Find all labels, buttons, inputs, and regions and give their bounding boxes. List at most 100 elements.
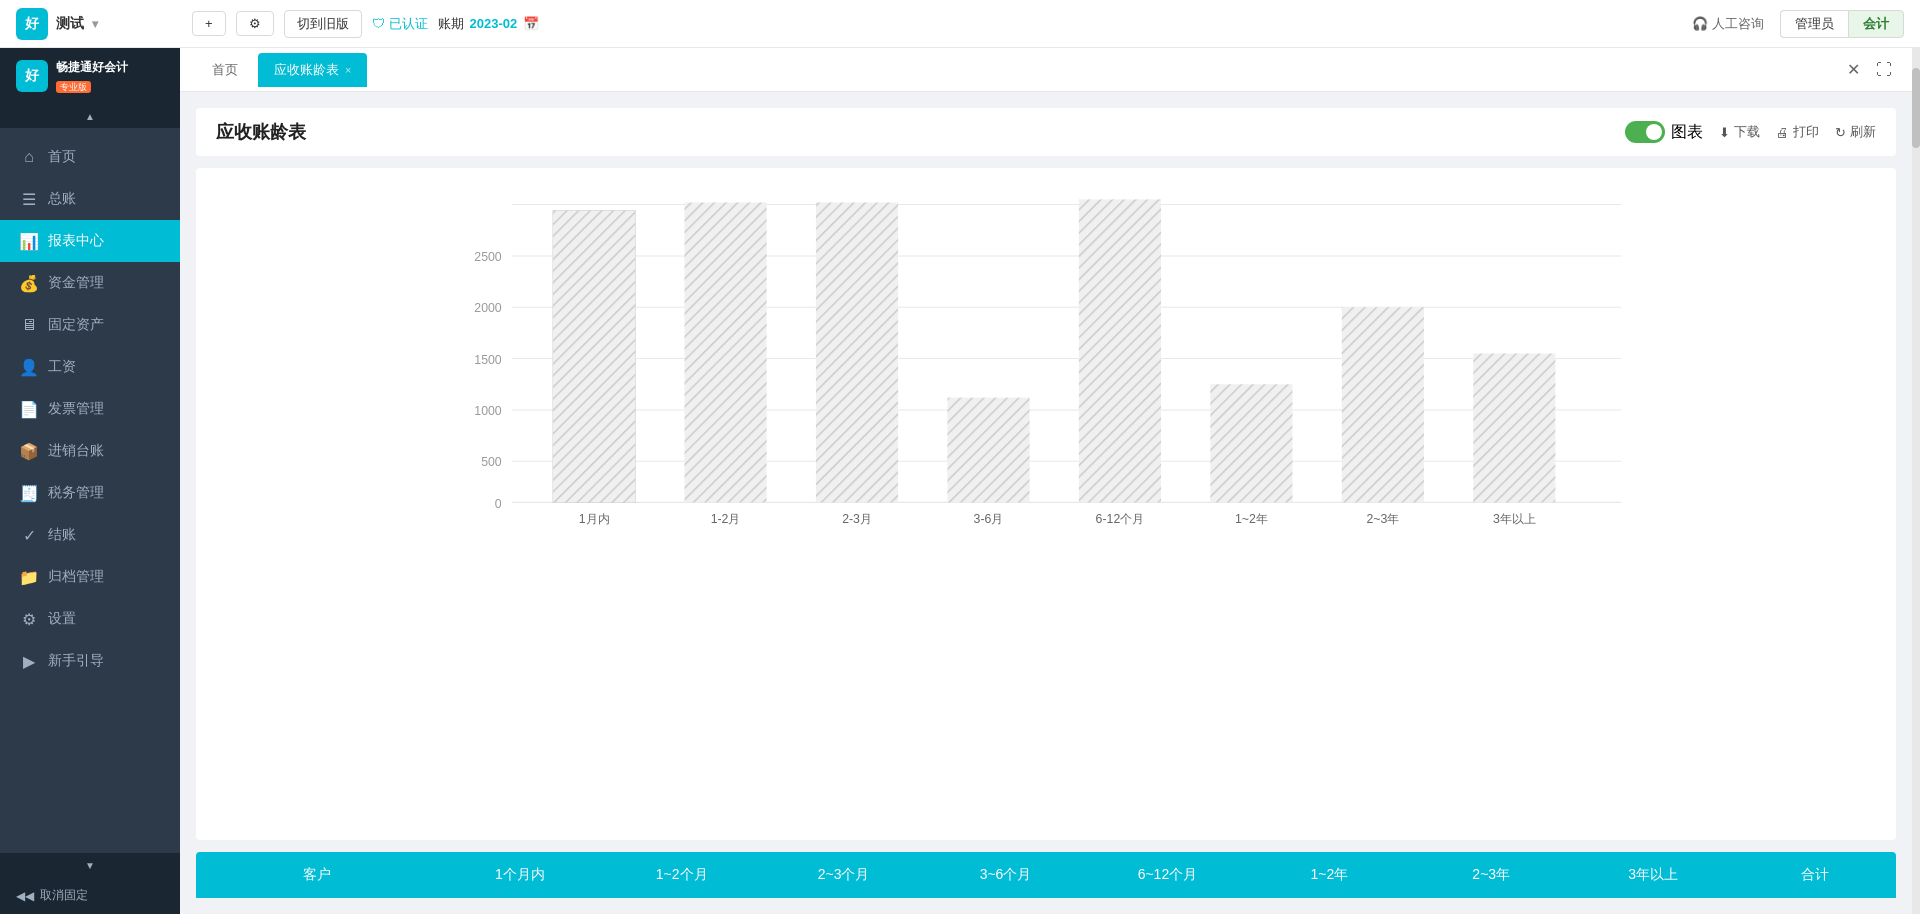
sidebar-item-label: 归档管理 xyxy=(48,568,104,586)
svg-text:1500: 1500 xyxy=(474,353,502,367)
th-total: 合计 xyxy=(1734,852,1896,898)
archive-icon: 📁 xyxy=(20,568,38,586)
logo-text-block: 畅捷通好会计 专业版 xyxy=(56,59,128,94)
sidebar-scroll-up[interactable]: ▲ xyxy=(0,104,180,128)
sidebar-item-inventory[interactable]: 📦 进销台账 xyxy=(0,430,180,472)
logo-text: 畅捷通好会计 xyxy=(56,59,128,76)
app-logo: 好 xyxy=(16,8,48,40)
main-layout: 好 畅捷通好会计 专业版 ▲ ⌂ 首页 ☰ 总账 📊 xyxy=(0,48,1920,914)
page-header: 应收账龄表 图表 ⬇ 下载 🖨 打印 ↻ xyxy=(196,108,1896,156)
svg-text:500: 500 xyxy=(481,455,502,469)
download-icon: ⬇ xyxy=(1719,125,1730,140)
invoice-icon: 📄 xyxy=(20,400,38,418)
svg-rect-18 xyxy=(816,202,898,502)
sidebar-item-label: 进销台账 xyxy=(48,442,104,460)
logo-icon: 好 xyxy=(16,60,48,92)
svg-text:3-6月: 3-6月 xyxy=(974,512,1004,526)
toggle-control[interactable] xyxy=(1625,121,1665,143)
refresh-label: 刷新 xyxy=(1850,123,1876,141)
ledger-icon: ☰ xyxy=(20,190,38,208)
sidebar-item-label: 工资 xyxy=(48,358,76,376)
dropdown-icon[interactable]: ▾ xyxy=(92,17,98,31)
chart-container: 0 500 1000 1500 2000 2500 1月内 1-2月 2-3月 xyxy=(196,168,1896,840)
sidebar-item-settings[interactable]: ⚙ 设置 xyxy=(0,598,180,640)
th-3-6month: 3~6个月 xyxy=(925,852,1087,898)
right-scrollbar[interactable] xyxy=(1912,48,1920,914)
main-area: 首页 应收账龄表 × ✕ ⛶ 应收账龄表 图表 xyxy=(180,48,1912,914)
svg-text:0: 0 xyxy=(495,497,502,511)
svg-text:3年以上: 3年以上 xyxy=(1493,512,1536,526)
add-btn[interactable]: + xyxy=(192,11,226,36)
sidebar-item-archive[interactable]: 📁 归档管理 xyxy=(0,556,180,598)
page-content: 应收账龄表 图表 ⬇ 下载 🖨 打印 ↻ xyxy=(180,92,1912,914)
service-text: 人工咨询 xyxy=(1712,15,1764,33)
top-header: 好 测试 ▾ + ⚙ 切到旧版 🛡 已认证 账期 2023-02 📅 🎧 人工咨… xyxy=(0,0,1920,48)
th-3plus-year: 3年以上 xyxy=(1572,852,1734,898)
bar-chart: 0 500 1000 1500 2000 2500 1月内 1-2月 2-3月 xyxy=(212,184,1880,564)
service-btn[interactable]: 🎧 人工咨询 xyxy=(1692,15,1764,33)
sidebar-item-reports[interactable]: 📊 报表中心 xyxy=(0,220,180,262)
sidebar-pin-btn[interactable]: ◀◀ 取消固定 xyxy=(0,877,180,914)
svg-text:2000: 2000 xyxy=(474,301,502,315)
sidebar-item-closing[interactable]: ✓ 结账 xyxy=(0,514,180,556)
sidebar-item-home[interactable]: ⌂ 首页 xyxy=(0,136,180,178)
company-selector[interactable]: 好 测试 ▾ xyxy=(16,8,176,40)
reports-icon: 📊 xyxy=(20,232,38,250)
sidebar-item-funds[interactable]: 💰 资金管理 xyxy=(0,262,180,304)
funds-icon: 💰 xyxy=(20,274,38,292)
inventory-icon: 📦 xyxy=(20,442,38,460)
svg-text:1-2月: 1-2月 xyxy=(711,512,741,526)
user-role-btn[interactable]: 会计 xyxy=(1848,10,1904,38)
assets-icon: 🖥 xyxy=(20,316,38,334)
close-tab-btn[interactable]: ✕ xyxy=(1843,56,1864,83)
certified-badge: 🛡 已认证 xyxy=(372,15,428,33)
svg-rect-22 xyxy=(1079,199,1161,502)
scroll-up-icon: ▲ xyxy=(85,111,95,122)
tab-receivable-aging[interactable]: 应收账龄表 × xyxy=(258,53,367,87)
logo-badge: 专业版 xyxy=(56,76,128,94)
sidebar-item-invoice[interactable]: 📄 发票管理 xyxy=(0,388,180,430)
sidebar: 好 畅捷通好会计 专业版 ▲ ⌂ 首页 ☰ 总账 📊 xyxy=(0,48,180,914)
sidebar-item-label: 设置 xyxy=(48,610,76,628)
th-6-12month: 6~12个月 xyxy=(1086,852,1248,898)
tab-home[interactable]: 首页 xyxy=(196,53,254,87)
tabs-bar: 首页 应收账龄表 × ✕ ⛶ xyxy=(180,48,1912,92)
sidebar-item-label: 结账 xyxy=(48,526,76,544)
sidebar-item-salary[interactable]: 👤 工资 xyxy=(0,346,180,388)
switch-version-btn[interactable]: 切到旧版 xyxy=(284,10,362,38)
salary-icon: 👤 xyxy=(20,358,38,376)
svg-rect-20 xyxy=(947,398,1029,503)
sidebar-item-tax[interactable]: 🧾 税务管理 xyxy=(0,472,180,514)
sidebar-item-ledger[interactable]: ☰ 总账 xyxy=(0,178,180,220)
chart-toggle[interactable]: 图表 xyxy=(1625,121,1703,143)
calendar-icon[interactable]: 📅 xyxy=(523,16,539,31)
toggle-label: 图表 xyxy=(1671,122,1703,143)
sidebar-item-guide[interactable]: ▶ 新手引导 xyxy=(0,640,180,682)
tab-close-btn[interactable]: × xyxy=(345,64,351,76)
svg-text:6-12个月: 6-12个月 xyxy=(1096,512,1145,526)
expand-tab-btn[interactable]: ⛶ xyxy=(1872,57,1896,83)
print-btn[interactable]: 🖨 打印 xyxy=(1776,123,1819,141)
header-actions: + ⚙ 切到旧版 🛡 已认证 账期 2023-02 📅 xyxy=(192,10,539,38)
sidebar-scroll-down[interactable]: ▼ xyxy=(0,853,180,877)
period-display: 账期 2023-02 📅 xyxy=(438,15,540,33)
sidebar-logo: 好 畅捷通好会计 专业版 xyxy=(0,48,180,104)
svg-text:2500: 2500 xyxy=(474,250,502,264)
tabs-right-controls: ✕ ⛶ xyxy=(1843,56,1896,83)
table-header: 客户 1个月内 1~2个月 2~3个月 3~6个月 6~12个月 1~2年 2~… xyxy=(196,852,1896,898)
svg-rect-26 xyxy=(1342,307,1424,502)
refresh-btn[interactable]: ↻ 刷新 xyxy=(1835,123,1876,141)
scroll-down-icon: ▼ xyxy=(85,860,95,871)
settings-btn[interactable]: ⚙ xyxy=(236,11,274,36)
download-btn[interactable]: ⬇ 下载 xyxy=(1719,123,1760,141)
scrollbar-thumb[interactable] xyxy=(1912,68,1920,148)
user-manager-btn[interactable]: 管理员 xyxy=(1780,10,1848,38)
download-label: 下载 xyxy=(1734,123,1760,141)
svg-text:1000: 1000 xyxy=(474,404,502,418)
pin-icon: ◀◀ xyxy=(16,889,34,903)
sidebar-item-label: 报表中心 xyxy=(48,232,104,250)
sidebar-item-assets[interactable]: 🖥 固定资产 xyxy=(0,304,180,346)
sidebar-nav: ⌂ 首页 ☰ 总账 📊 报表中心 💰 资金管理 🖥 固定资产 👤 工资 xyxy=(0,128,180,853)
certified-icon: 🛡 xyxy=(372,16,385,31)
print-icon: 🖨 xyxy=(1776,125,1789,140)
